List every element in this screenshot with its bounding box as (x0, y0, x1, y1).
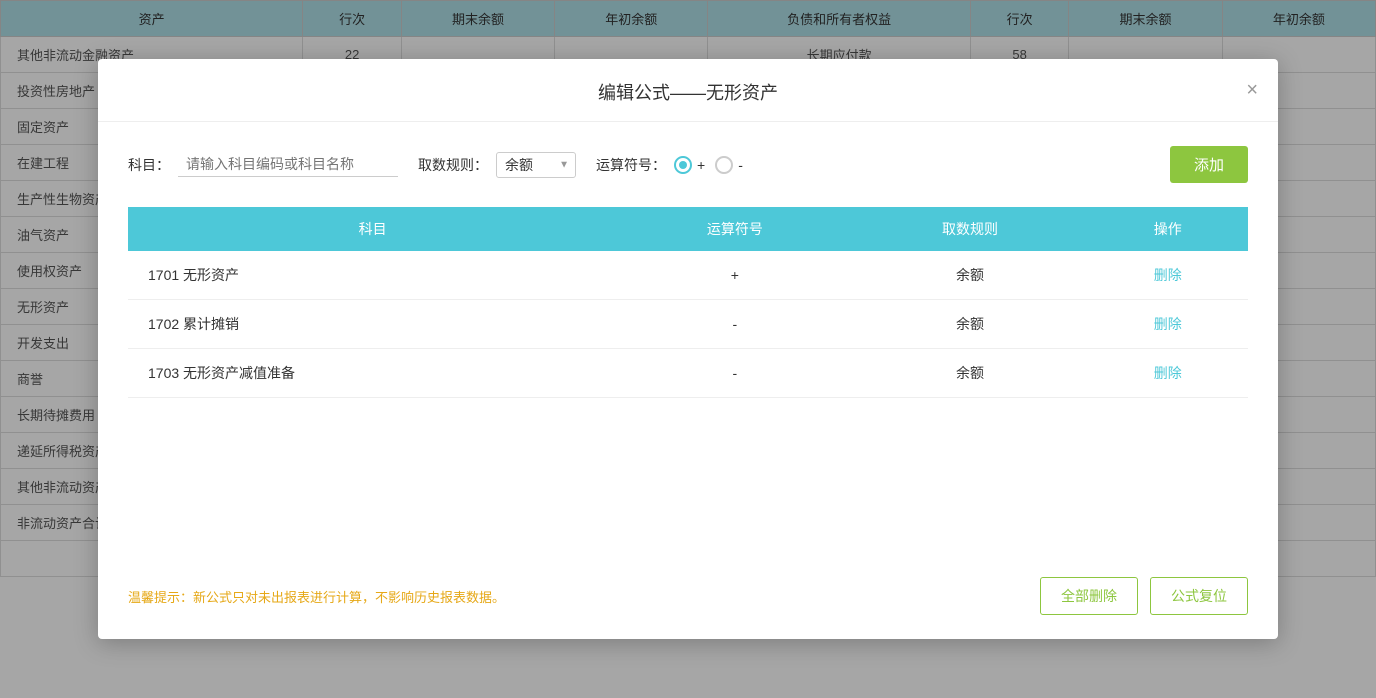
modal-body: 科目： 取数规则： 余额 借方 贷方 ▼ 运算符号： (98, 122, 1278, 561)
subject-label: 科目： (128, 155, 170, 175)
reset-button[interactable]: 公式复位 (1150, 577, 1248, 615)
footer-buttons: 全部删除 公式复位 (1040, 577, 1248, 615)
operator-radio-group: + - (674, 156, 743, 174)
modal-overlay: 编辑公式——无形资产 × 科目： 取数规则： 余额 借方 贷方 (0, 0, 1376, 698)
th-action: 操作 (1088, 207, 1248, 251)
row3-rule: 余额 (852, 349, 1087, 398)
row1-operator: + (617, 251, 852, 300)
operator-plus-label: + (697, 157, 705, 173)
table-row: 1701 无形资产 + 余额 删除 (128, 251, 1248, 300)
rule-select-wrap: 余额 借方 贷方 ▼ (496, 152, 576, 178)
table-row: 1703 无形资产减值准备 - 余额 删除 (128, 349, 1248, 398)
th-subject: 科目 (128, 207, 617, 251)
modal-dialog: 编辑公式——无形资产 × 科目： 取数规则： 余额 借方 贷方 (98, 59, 1278, 639)
radio-circle-plus (674, 156, 692, 174)
delete-button-3[interactable]: 删除 (1154, 363, 1182, 383)
th-rule: 取数规则 (852, 207, 1087, 251)
row2-operator: - (617, 300, 852, 349)
radio-circle-minus (715, 156, 733, 174)
rule-group: 取数规则： 余额 借方 贷方 ▼ (418, 152, 576, 178)
operator-minus-radio[interactable]: - (715, 156, 743, 174)
subject-group: 科目： (128, 152, 398, 177)
modal-title: 编辑公式——无形资产 (598, 79, 778, 105)
operator-minus-label: - (738, 157, 743, 173)
row3-subject: 1703 无形资产减值准备 (128, 349, 617, 398)
row2-action: 删除 (1088, 300, 1248, 349)
rule-label: 取数规则： (418, 155, 488, 175)
form-row: 科目： 取数规则： 余额 借方 贷方 ▼ 运算符号： (128, 146, 1248, 183)
row1-rule: 余额 (852, 251, 1087, 300)
row3-operator: - (617, 349, 852, 398)
rule-select[interactable]: 余额 借方 贷方 (496, 152, 576, 178)
hint-text: 温馨提示：新公式只对未出报表进行计算，不影响历史报表数据。 (128, 587, 505, 606)
table-row: 1702 累计摊销 - 余额 删除 (128, 300, 1248, 349)
delete-button-1[interactable]: 删除 (1154, 265, 1182, 285)
delete-button-2[interactable]: 删除 (1154, 314, 1182, 334)
table-header-row: 科目 运算符号 取数规则 操作 (128, 207, 1248, 251)
operator-group: 运算符号： + - (596, 155, 743, 175)
modal-header: 编辑公式——无形资产 × (98, 59, 1278, 122)
operator-label: 运算符号： (596, 155, 666, 175)
row3-action: 删除 (1088, 349, 1248, 398)
row2-rule: 余额 (852, 300, 1087, 349)
subject-input[interactable] (178, 152, 398, 177)
row1-subject: 1701 无形资产 (128, 251, 617, 300)
operator-plus-radio[interactable]: + (674, 156, 705, 174)
delete-all-button[interactable]: 全部删除 (1040, 577, 1138, 615)
formula-table: 科目 运算符号 取数规则 操作 1701 无形资产 + 余额 删除 (128, 207, 1248, 398)
add-button[interactable]: 添加 (1170, 146, 1248, 183)
row2-subject: 1702 累计摊销 (128, 300, 617, 349)
th-operator: 运算符号 (617, 207, 852, 251)
row1-action: 删除 (1088, 251, 1248, 300)
close-button[interactable]: × (1246, 80, 1258, 100)
modal-footer: 温馨提示：新公式只对未出报表进行计算，不影响历史报表数据。 全部删除 公式复位 (98, 561, 1278, 639)
